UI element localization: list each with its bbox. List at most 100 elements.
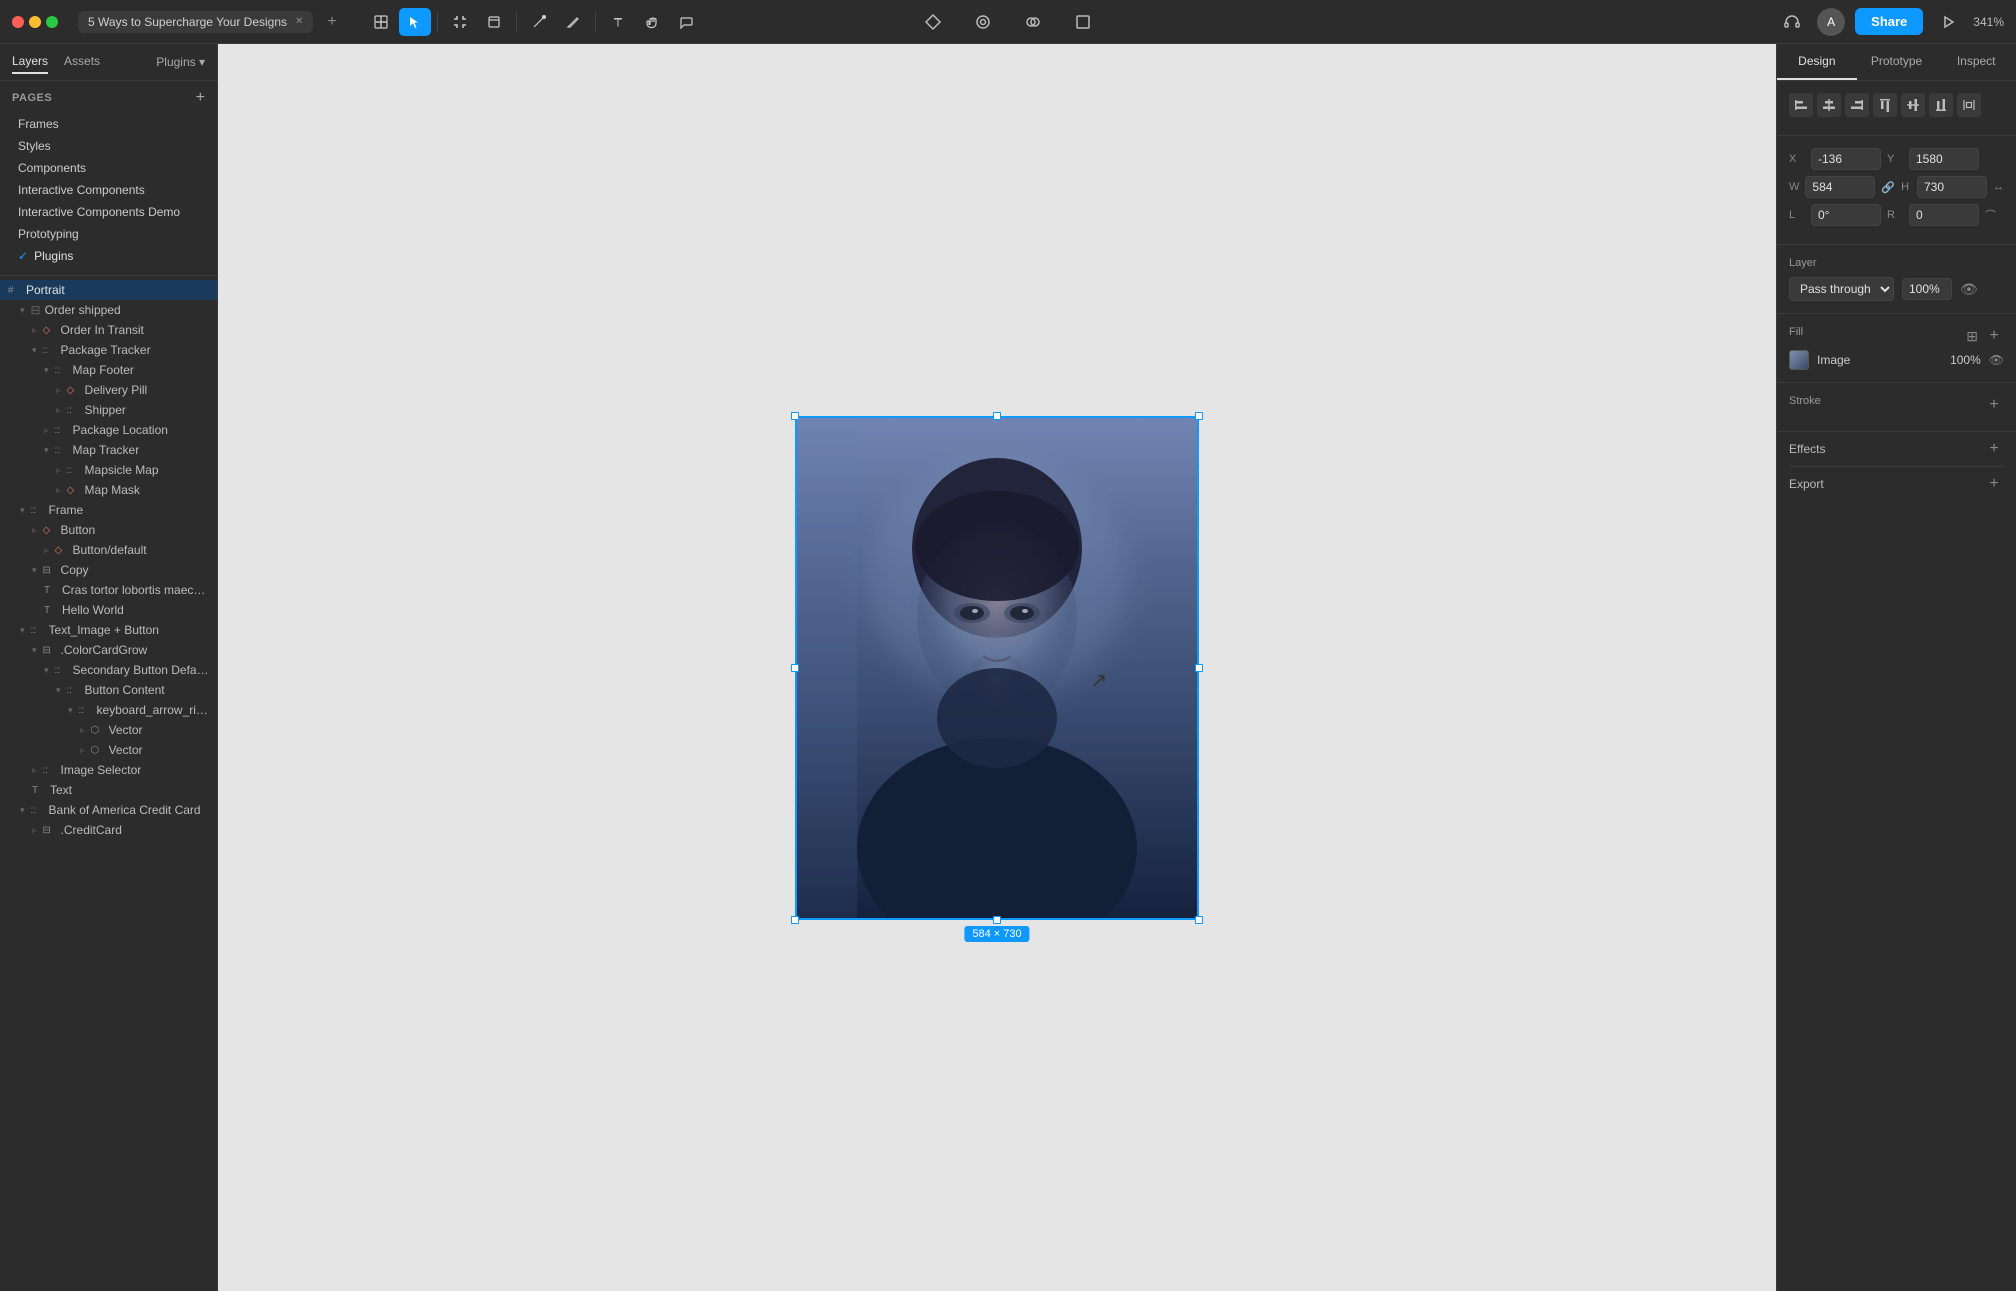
align-top-button[interactable]	[1873, 93, 1897, 117]
distribute-button[interactable]	[1957, 93, 1981, 117]
layer-frame[interactable]: ▾ :: Frame	[0, 500, 217, 520]
layer-vector-2[interactable]: ▹ ⬡ Vector	[0, 740, 217, 760]
page-frames[interactable]: Frames	[12, 113, 205, 135]
portrait-frame[interactable]: 584 × 730	[797, 418, 1197, 918]
mask-icon[interactable]	[1018, 7, 1048, 37]
layer-package-location[interactable]: ▹ :: Package Location	[0, 420, 217, 440]
corner-input[interactable]	[1909, 204, 1979, 226]
close-dot[interactable]	[12, 16, 24, 28]
layer-order-shipped[interactable]: ▾ ⊟ Order shipped	[0, 300, 217, 320]
layer-delivery-pill[interactable]: ▹ ◇ Delivery Pill	[0, 380, 217, 400]
layer-button-default[interactable]: ▹ ◇ Button/default	[0, 540, 217, 560]
tab-assets[interactable]: Assets	[64, 50, 100, 74]
frame-tool[interactable]	[444, 8, 476, 36]
expand-icon: ▹	[56, 405, 61, 416]
page-components[interactable]: Components	[12, 157, 205, 179]
align-center-v-button[interactable]	[1901, 93, 1925, 117]
layer-colorcardgrow[interactable]: ▾ ⊟ .ColorCardGrow	[0, 640, 217, 660]
w-input[interactable]	[1805, 176, 1875, 198]
page-label: Interactive Components	[18, 183, 145, 197]
layer-button-component[interactable]: ▹ ◇ Button	[0, 520, 217, 540]
move-tool[interactable]	[365, 8, 397, 36]
align-left-button[interactable]	[1789, 93, 1813, 117]
page-prototyping[interactable]: Prototyping	[12, 223, 205, 245]
add-effect-button[interactable]: +	[1984, 440, 2004, 458]
align-bottom-button[interactable]	[1929, 93, 1953, 117]
add-fill-button[interactable]: +	[1984, 327, 2004, 345]
tab-layers[interactable]: Layers	[12, 50, 48, 74]
comment-tool[interactable]	[670, 8, 702, 36]
crop-icon[interactable]	[1068, 7, 1098, 37]
add-stroke-button[interactable]: +	[1984, 396, 2004, 414]
opacity-input[interactable]	[1902, 278, 1952, 300]
minimize-dot[interactable]	[29, 16, 41, 28]
layer-bank-of-america[interactable]: ▾ :: Bank of America Credit Card	[0, 800, 217, 820]
layer-package-tracker[interactable]: ▾ :: Package Tracker	[0, 340, 217, 360]
select-tool[interactable]	[399, 8, 431, 36]
hand-tool[interactable]	[636, 8, 668, 36]
layer-portrait[interactable]: # Portrait	[0, 280, 217, 300]
new-tab-button[interactable]: +	[327, 13, 336, 31]
layer-cras-text[interactable]: T Cras tortor lobortis maecenas id nec a…	[0, 580, 217, 600]
layer-image-selector[interactable]: ▹ :: Image Selector	[0, 760, 217, 780]
layer-map-footer[interactable]: ▾ :: Map Footer	[0, 360, 217, 380]
present-icon[interactable]	[1933, 7, 1963, 37]
layer-creditcard[interactable]: ▹ ⊟ .CreditCard	[0, 820, 217, 840]
fill-options-icon[interactable]: ⊞	[1966, 328, 1978, 345]
corner-icon[interactable]: ⌒	[1985, 207, 1996, 223]
expand-icon: ▾	[56, 685, 61, 696]
layer-copy[interactable]: ▾ ⊟ Copy	[0, 560, 217, 580]
layer-vector-1[interactable]: ▹ ⬡ Vector	[0, 720, 217, 740]
layer-map-tracker[interactable]: ▾ :: Map Tracker	[0, 440, 217, 460]
constrain-icon[interactable]: ↔	[1993, 181, 2004, 193]
y-input[interactable]	[1909, 148, 1979, 170]
pencil-tool[interactable]	[557, 8, 589, 36]
fill-swatch[interactable]	[1789, 350, 1809, 370]
blend-mode-select[interactable]: Pass through Normal Multiply Screen	[1789, 277, 1894, 301]
canvas[interactable]: 584 × 730 ↗	[218, 44, 1776, 1291]
link-icon[interactable]: 🔗	[1881, 181, 1895, 194]
components-icon[interactable]	[918, 7, 948, 37]
add-page-button[interactable]: +	[196, 89, 205, 107]
page-plugins[interactable]: ✓ Plugins	[12, 245, 205, 267]
layer-order-in-transit[interactable]: ▹ ◇ Order In Transit	[0, 320, 217, 340]
x-input[interactable]	[1811, 148, 1881, 170]
plugins-tab[interactable]: Plugins ▾	[156, 50, 205, 74]
headphones-icon[interactable]	[1777, 7, 1807, 37]
maximize-dot[interactable]	[46, 16, 58, 28]
page-interactive-demo[interactable]: Interactive Components Demo	[12, 201, 205, 223]
layer-keyboard-arrow[interactable]: ▾ :: keyboard_arrow_right	[0, 700, 217, 720]
add-export-button[interactable]: +	[1984, 475, 2004, 493]
page-interactive[interactable]: Interactive Components	[12, 179, 205, 201]
visibility-toggle[interactable]: 👁	[1960, 281, 1978, 298]
rotation-input[interactable]	[1811, 204, 1881, 226]
layer-shipper[interactable]: ▹ :: Shipper	[0, 400, 217, 420]
h-input[interactable]	[1917, 176, 1987, 198]
tab-design[interactable]: Design	[1777, 44, 1857, 80]
layer-map-mask[interactable]: ▹ ◇ Map Mask	[0, 480, 217, 500]
layer-text[interactable]: T Text	[0, 780, 217, 800]
pen-tool[interactable]	[523, 8, 555, 36]
layer-mapsicle-map[interactable]: ▹ :: Mapsicle Map	[0, 460, 217, 480]
fill-visibility-toggle[interactable]: 👁	[1989, 353, 2004, 367]
align-center-h-button[interactable]	[1817, 93, 1841, 117]
frame-icon: #	[8, 285, 22, 296]
layer-button-content[interactable]: ▾ :: Button Content	[0, 680, 217, 700]
page-styles[interactable]: Styles	[12, 135, 205, 157]
tab-inspect[interactable]: Inspect	[1936, 44, 2016, 80]
tab-prototype[interactable]: Prototype	[1857, 44, 1937, 80]
assets-icon[interactable]	[968, 7, 998, 37]
align-right-button[interactable]	[1845, 93, 1869, 117]
share-button[interactable]: Share	[1855, 8, 1923, 35]
layer-hello-world[interactable]: T Hello World	[0, 600, 217, 620]
layer-secondary-button[interactable]: ▾ :: Secondary Button Default	[0, 660, 217, 680]
expand-icon: ▹	[56, 485, 61, 496]
tab-close-icon[interactable]: ✕	[295, 16, 303, 27]
avatar[interactable]: A	[1817, 8, 1845, 36]
panel-tabs: Layers Assets Plugins ▾	[0, 44, 217, 81]
layer-name: Mapsicle Map	[85, 463, 159, 477]
text-tool[interactable]	[602, 8, 634, 36]
section-tool[interactable]	[478, 8, 510, 36]
layer-text-image-button[interactable]: ▾ :: Text_Image + Button	[0, 620, 217, 640]
tab[interactable]: 5 Ways to Supercharge Your Designs ✕	[78, 11, 313, 33]
